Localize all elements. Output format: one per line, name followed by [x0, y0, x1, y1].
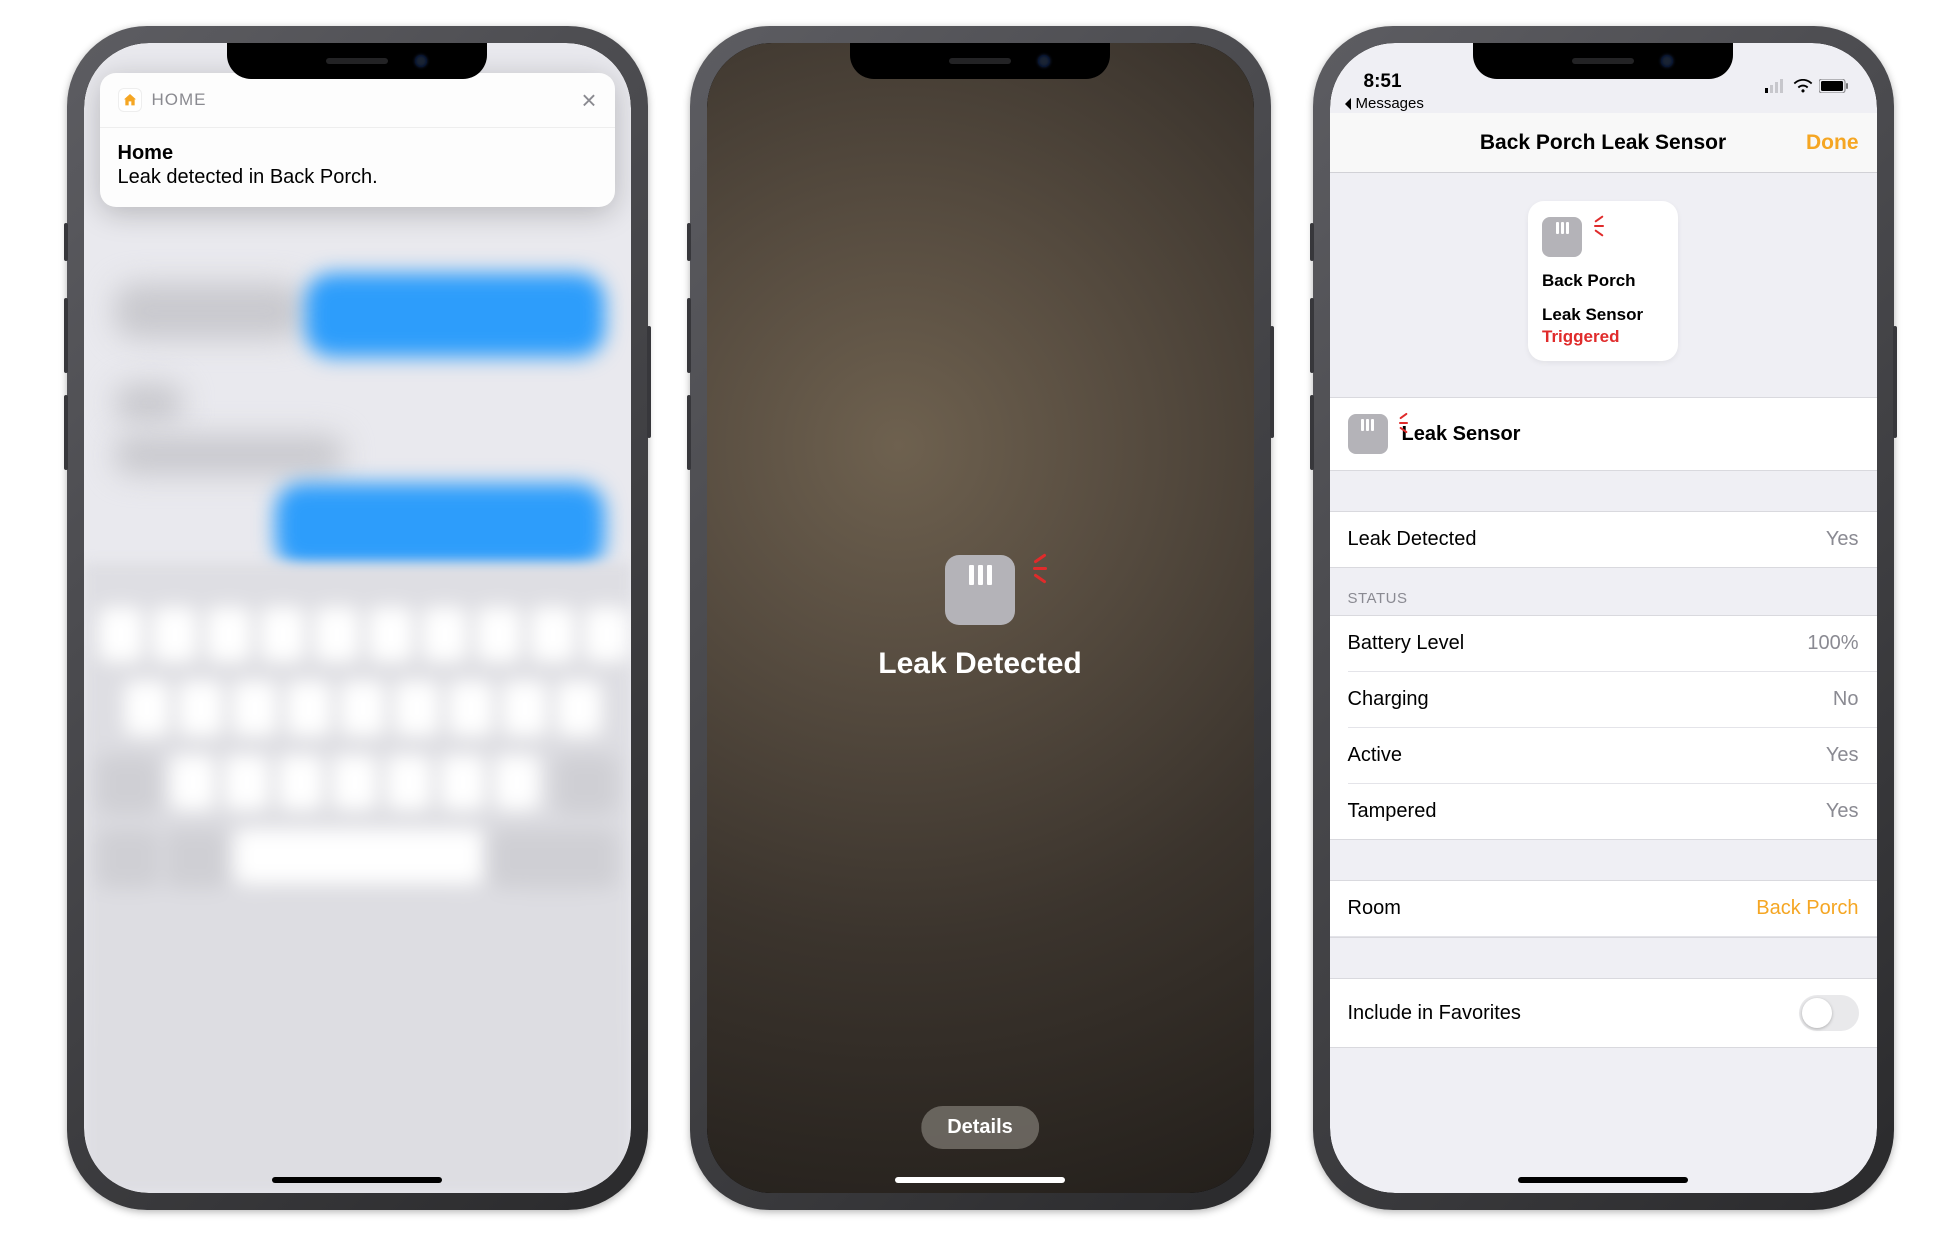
phone-mockup-3: 8:51 Messages Back Porch Leak Sensor Don… [1313, 26, 1894, 1210]
tile-state: Triggered [1542, 326, 1664, 347]
notification-app-name: HOME [152, 90, 572, 110]
details-button[interactable]: Details [921, 1106, 1039, 1149]
phone-mockup-1: HOME × Home Leak detected in Back Porch. [67, 26, 648, 1210]
notification-banner[interactable]: HOME × Home Leak detected in Back Porch. [100, 73, 615, 207]
tile-room: Back Porch [1542, 271, 1664, 291]
alert-title: Leak Detected [878, 647, 1081, 681]
sensor-tile[interactable]: Back Porch Leak Sensor Triggered [1528, 201, 1678, 361]
room-row[interactable]: RoomBack Porch [1330, 881, 1877, 937]
leak-sensor-icon [945, 555, 1015, 625]
leak-detected-row: Leak Detected Yes [1330, 512, 1877, 567]
wifi-icon [1793, 79, 1813, 93]
status-section-header: STATUS [1330, 568, 1877, 615]
back-to-messages[interactable]: Messages [1344, 95, 1424, 112]
leak-sensor-icon [1542, 217, 1582, 257]
leak-alert-screen: Leak Detected Details [707, 43, 1254, 1193]
blurred-messages-background [84, 43, 631, 1193]
navigation-bar: Back Porch Leak Sensor Done [1330, 113, 1877, 173]
tampered-row: TamperedYes [1348, 783, 1877, 839]
sensor-type-row: Leak Sensor [1330, 398, 1877, 470]
cellular-icon [1765, 79, 1787, 93]
favorites-toggle[interactable] [1799, 995, 1859, 1031]
include-in-favorites-row: Include in Favorites [1330, 979, 1877, 1047]
charging-row: ChargingNo [1348, 671, 1877, 727]
status-time: 8:51 [1364, 71, 1402, 93]
leak-sensor-icon [1348, 414, 1388, 454]
battery-level-row: Battery Level100% [1330, 616, 1877, 671]
done-button[interactable]: Done [1806, 131, 1859, 155]
notification-title: Home [118, 142, 597, 165]
tile-name: Leak Sensor [1542, 305, 1664, 325]
close-icon[interactable]: × [581, 87, 596, 113]
phone-mockup-2: Leak Detected Details [690, 26, 1271, 1210]
battery-icon [1819, 79, 1849, 93]
home-app-icon [118, 88, 142, 112]
page-title: Back Porch Leak Sensor [1480, 131, 1726, 155]
notification-body: Leak detected in Back Porch. [118, 166, 597, 189]
active-row: ActiveYes [1348, 727, 1877, 783]
